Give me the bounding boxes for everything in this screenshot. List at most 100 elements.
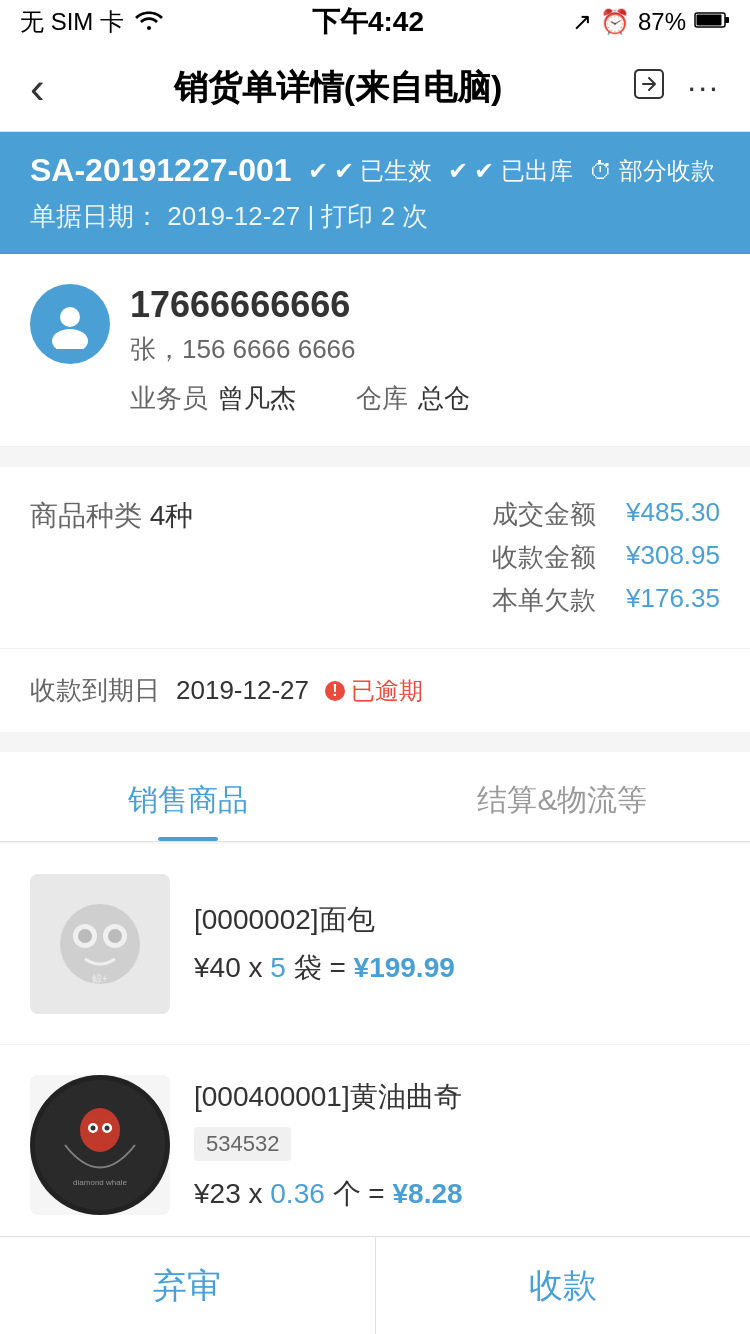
sales-info: 业务员 曾凡杰 [130,381,296,416]
price-unit-1: 袋 [294,952,322,983]
product-list: 鲸+ [0000002]面包 ¥40 x 5 袋 = ¥199.99 [0,844,750,1246]
price-total-1: ¥199.99 [354,952,455,983]
amount-value: ¥485.30 [626,497,720,532]
avatar [30,284,110,364]
sales-label: 业务员 [130,381,208,416]
product-item-2: diamond whale [000400001]黄油曲奇 534532 ¥23… [0,1045,750,1246]
status-time: 下午4:42 [312,3,424,41]
banner-date: 单据日期： 2019-12-27 | 打印 2 次 [30,199,720,234]
svg-rect-1 [725,17,729,23]
received-row: 收款金额 ¥308.95 [492,540,720,575]
svg-point-9 [78,929,92,943]
due-date: 2019-12-27 [176,675,309,706]
print-info: | 打印 2 次 [307,201,428,231]
status-text-3: 部分收款 [619,155,715,187]
due-label: 收款到期日 [30,673,160,708]
svg-text:diamond whale: diamond whale [73,1178,127,1187]
battery-text: 87% [638,8,686,36]
nav-title: 销货单详情(来自电脑) [174,65,503,111]
product-item: 鲸+ [0000002]面包 ¥40 x 5 袋 = ¥199.99 [0,844,750,1045]
type-count: 4种 [150,500,194,531]
banner-top: SA-20191227-001 ✔ ✔ 已生效 ✔ ✔ 已出库 ⏱ 部分收款 [30,152,720,189]
svg-point-4 [60,307,80,327]
product-thumb-2: diamond whale [30,1075,170,1215]
tab-settlement[interactable]: 结算&物流等 [375,752,750,841]
share-icon[interactable] [631,66,667,109]
tab-sales-label: 销售商品 [128,783,248,816]
status-text-1: ✔ 已生效 [334,155,433,187]
price-qty-1: 5 [270,952,286,983]
product-price-2: ¥23 x 0.36 个 = ¥8.28 [194,1175,720,1213]
warehouse-label: 仓库 [356,381,408,416]
received-value: ¥308.95 [626,540,720,575]
price-total-2: ¥8.28 [392,1178,462,1209]
bottom-bar: 弃审 收款 [0,1236,750,1334]
price-unit-2: 个 [333,1178,361,1209]
customer-name: 张，156 6666 6666 [130,332,720,367]
debt-value: ¥176.35 [626,583,720,618]
nav-left: ‹ [30,63,45,113]
amount-label: 成交金额 [492,497,596,532]
overdue-text: 已逾期 [351,675,423,707]
check-icon-2: ✔ [448,157,468,185]
received-label: 收款金额 [492,540,596,575]
status-text-2: ✔ 已出库 [474,155,573,187]
product-price-1: ¥40 x 5 袋 = ¥199.99 [194,949,720,987]
tab-settlement-label: 结算&物流等 [477,783,647,816]
customer-info: 17666666666 张，156 6666 6666 业务员 曾凡杰 仓库 总… [130,284,720,416]
price-eq-1: = [329,952,353,983]
alarm-icon: ⏰ [600,8,630,36]
price-eq-2: = [368,1178,392,1209]
order-id: SA-20191227-001 [30,152,292,189]
check-icon-1: ✔ [308,157,328,185]
product-name-2: [000400001]黄油曲奇 [194,1078,720,1116]
overdue-badge: ! 已逾期 [325,675,423,707]
header-banner: SA-20191227-001 ✔ ✔ 已生效 ✔ ✔ 已出库 ⏱ 部分收款 单… [0,132,750,254]
svg-text:鲸+: 鲸+ [92,973,108,984]
abandon-review-button[interactable]: 弃审 [0,1237,376,1334]
collect-payment-button[interactable]: 收款 [376,1237,751,1334]
price-base-2: ¥23 [194,1178,241,1209]
wifi-icon [134,8,164,36]
product-thumb-1: 鲸+ [30,874,170,1014]
due-section: 收款到期日 2019-12-27 ! 已逾期 [0,649,750,752]
status-right: ↗ ⏰ 87% [572,8,730,36]
nav-bar: ‹ 销货单详情(来自电脑) ··· [0,44,750,132]
carrier-text: 无 SIM 卡 [20,6,124,38]
status-left: 无 SIM 卡 [20,6,164,38]
price-base-1: ¥40 [194,952,241,983]
nav-right: ··· [631,66,720,109]
customer-phone: 17666666666 [130,284,720,326]
product-info-1: [0000002]面包 ¥40 x 5 袋 = ¥199.99 [194,901,720,987]
price-x-1: x [249,952,271,983]
svg-point-5 [52,329,88,349]
svg-point-6 [60,904,140,984]
status-partial: ⏱ 部分收款 [589,155,715,187]
date-label: 单据日期： [30,201,160,231]
status-shipped: ✔ ✔ 已出库 [448,155,573,187]
battery-icon [694,8,730,36]
amount-row: 成交金额 ¥485.30 [492,497,720,532]
overdue-icon: ! [325,681,345,701]
price-x-2: x [249,1178,271,1209]
status-bar: 无 SIM 卡 下午4:42 ↗ ⏰ 87% [0,0,750,44]
debt-label: 本单欠款 [492,583,596,618]
svg-point-10 [108,929,122,943]
product-info-2: [000400001]黄油曲奇 534532 ¥23 x 0.36 个 = ¥8… [194,1078,720,1213]
order-date: 2019-12-27 [167,201,300,231]
product-sku-2: 534532 [194,1127,291,1161]
more-icon[interactable]: ··· [687,69,720,106]
price-qty-2: 0.36 [270,1178,325,1209]
back-button[interactable]: ‹ [30,63,45,113]
warehouse-name: 总仓 [418,381,470,416]
thumb-placeholder-1: 鲸+ [30,874,170,1014]
svg-point-17 [105,1126,110,1131]
svg-point-16 [91,1126,96,1131]
customer-meta: 业务员 曾凡杰 仓库 总仓 [130,381,720,416]
tab-sales-products[interactable]: 销售商品 [0,752,375,841]
status-active: ✔ ✔ 已生效 [308,155,433,187]
warehouse-info: 仓库 总仓 [356,381,470,416]
summary-right: 成交金额 ¥485.30 收款金额 ¥308.95 本单欠款 ¥176.35 [492,497,720,618]
summary-section: 商品种类 4种 成交金额 ¥485.30 收款金额 ¥308.95 本单欠款 ¥… [0,467,750,649]
svg-rect-2 [696,15,721,26]
